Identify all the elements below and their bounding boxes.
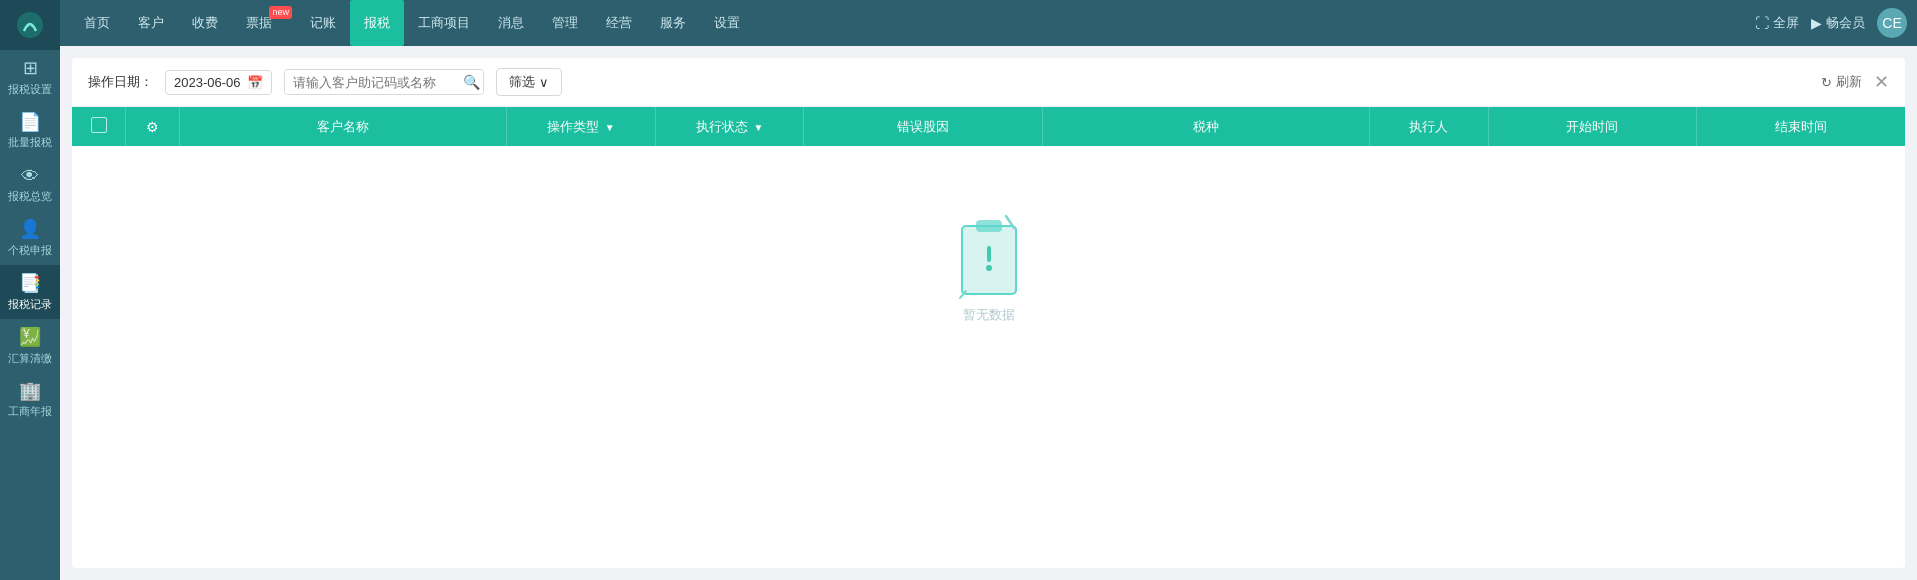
optype-filter-icon[interactable]: ▼ xyxy=(605,122,615,133)
nav-client[interactable]: 客户 xyxy=(124,0,178,46)
nav-home[interactable]: 首页 xyxy=(70,0,124,46)
content-card: 操作日期： 2023-06-06 📅 🔍 筛选 ∨ ↻ 刷新 xyxy=(72,58,1905,568)
video-icon: ▶ xyxy=(1811,15,1822,31)
th-exec-status[interactable]: 执行状态 ▼ xyxy=(655,107,804,146)
refresh-button[interactable]: ↻ 刷新 xyxy=(1821,73,1862,91)
svg-rect-5 xyxy=(987,246,991,262)
nav-service[interactable]: 服务 xyxy=(646,0,700,46)
page-area: 操作日期： 2023-06-06 📅 🔍 筛选 ∨ ↻ 刷新 xyxy=(60,46,1917,580)
nav-invoice[interactable]: 票据 new xyxy=(232,0,296,46)
avatar[interactable]: CE xyxy=(1877,8,1907,38)
select-all-checkbox[interactable] xyxy=(91,117,107,133)
sidebar-item-tax-record[interactable]: 📑 报税记录 xyxy=(0,265,60,319)
close-button[interactable]: ✕ xyxy=(1874,73,1889,91)
sidebar-item-tax-settings[interactable]: ⊞ 报税设置 xyxy=(0,50,60,104)
th-start-time: 开始时间 xyxy=(1488,107,1696,146)
nav-items: 首页 客户 收费 票据 new 记账 报税 工商项目 消息 xyxy=(70,0,1755,46)
th-end-time: 结束时间 xyxy=(1697,107,1905,146)
topnav-right: ⛶ 全屏 ▶ 畅会员 CE xyxy=(1755,8,1907,38)
svg-rect-3 xyxy=(976,220,1002,232)
new-badge: new xyxy=(269,6,292,19)
nav-bookkeeping[interactable]: 记账 xyxy=(296,0,350,46)
toolbar-right: ↻ 刷新 ✕ xyxy=(1821,73,1889,91)
chevron-down-icon: ∨ xyxy=(539,75,549,90)
tax-overview-icon: 👁 xyxy=(21,166,39,188)
nav-tax[interactable]: 报税 xyxy=(350,0,404,46)
th-settings: ⚙ xyxy=(126,107,180,146)
th-checkbox[interactable] xyxy=(72,107,126,146)
column-settings-icon[interactable]: ⚙ xyxy=(146,119,159,135)
data-table: ⚙ 客户名称 操作类型 ▼ 执行状态 ▼ xyxy=(72,107,1905,146)
tax-settings-icon: ⊞ xyxy=(23,58,38,80)
nav-message[interactable]: 消息 xyxy=(484,0,538,46)
date-label: 操作日期： xyxy=(88,73,153,91)
empty-icon xyxy=(944,206,1034,306)
fullscreen-icon: ⛶ xyxy=(1755,15,1769,31)
sidebar-item-annual-report[interactable]: 🏢 工商年报 xyxy=(0,373,60,427)
sidebar-item-personal-tax[interactable]: 👤 个税申报 xyxy=(0,211,60,265)
sidebar-item-tax-overview[interactable]: 👁 报税总览 xyxy=(0,158,60,212)
empty-text: 暂无数据 xyxy=(963,306,1015,324)
search-wrap: 🔍 xyxy=(284,69,484,95)
nav-business[interactable]: 工商项目 xyxy=(404,0,484,46)
th-error-reason: 错误股因 xyxy=(804,107,1042,146)
member-btn[interactable]: ▶ 畅会员 xyxy=(1811,14,1865,32)
sidebar-item-settlement[interactable]: 💹 汇算清缴 xyxy=(0,319,60,373)
th-executor: 执行人 xyxy=(1369,107,1488,146)
empty-state: 暂无数据 xyxy=(72,146,1905,384)
th-client-name: 客户名称 xyxy=(179,107,506,146)
nav-billing[interactable]: 收费 xyxy=(178,0,232,46)
th-op-type[interactable]: 操作类型 ▼ xyxy=(506,107,655,146)
sidebar: ⊞ 报税设置 📄 批量报税 👁 报税总览 👤 个税申报 📑 报税记录 💹 汇算清… xyxy=(0,0,60,580)
filter-button[interactable]: 筛选 ∨ xyxy=(496,68,562,96)
tax-record-icon: 📑 xyxy=(19,273,41,295)
nav-settings[interactable]: 设置 xyxy=(700,0,754,46)
date-value: 2023-06-06 xyxy=(174,75,241,90)
status-filter-icon[interactable]: ▼ xyxy=(753,122,763,133)
batch-tax-icon: 📄 xyxy=(19,112,41,134)
sidebar-item-batch-tax[interactable]: 📄 批量报税 xyxy=(0,104,60,158)
table-wrapper: ⚙ 客户名称 操作类型 ▼ 执行状态 ▼ xyxy=(72,107,1905,568)
settlement-icon: 💹 xyxy=(19,327,41,349)
date-picker[interactable]: 2023-06-06 📅 xyxy=(165,70,272,95)
table-header: ⚙ 客户名称 操作类型 ▼ 执行状态 ▼ xyxy=(72,107,1905,146)
search-button[interactable]: 🔍 xyxy=(455,70,484,94)
fullscreen-btn[interactable]: ⛶ 全屏 xyxy=(1755,14,1799,32)
top-navigation: 首页 客户 收费 票据 new 记账 报税 工商项目 消息 xyxy=(60,0,1917,46)
nav-finance[interactable]: 经营 xyxy=(592,0,646,46)
main-area: 首页 客户 收费 票据 new 记账 报税 工商项目 消息 xyxy=(60,0,1917,580)
toolbar: 操作日期： 2023-06-06 📅 🔍 筛选 ∨ ↻ 刷新 xyxy=(72,58,1905,107)
refresh-icon: ↻ xyxy=(1821,75,1832,90)
logo xyxy=(0,0,60,50)
th-tax-type: 税种 xyxy=(1042,107,1369,146)
svg-point-4 xyxy=(986,265,992,271)
nav-manage[interactable]: 管理 xyxy=(538,0,592,46)
annual-report-icon: 🏢 xyxy=(19,381,41,403)
calendar-icon: 📅 xyxy=(247,75,263,90)
personal-tax-icon: 👤 xyxy=(19,219,41,241)
search-input[interactable] xyxy=(285,71,455,94)
